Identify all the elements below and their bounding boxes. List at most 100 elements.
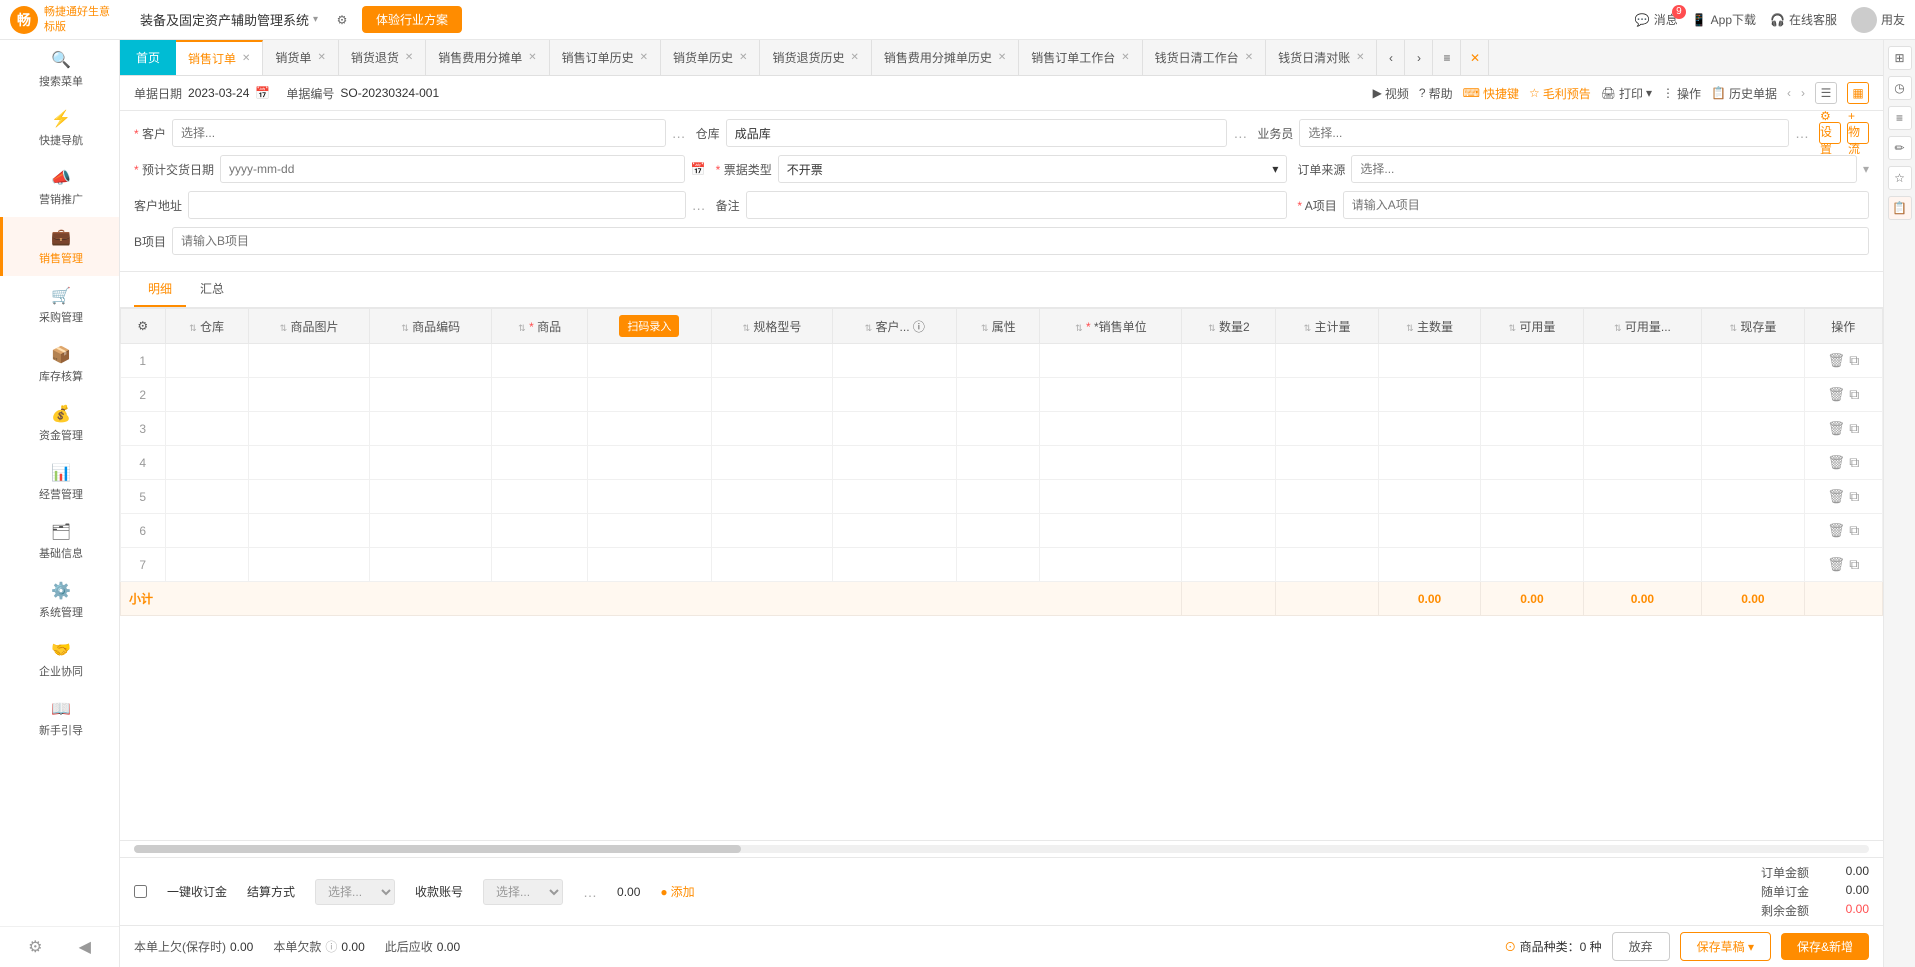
row-product-code[interactable] <box>370 344 492 378</box>
row-copy-icon[interactable]: ⧉ <box>1849 488 1859 505</box>
col-spec[interactable]: ⇅ 规格型号 <box>711 309 833 344</box>
draft-dropdown-icon[interactable]: ▾ <box>1748 940 1754 954</box>
row-copy-icon[interactable]: ⧉ <box>1849 522 1859 539</box>
tab-close-icon[interactable]: ✕ <box>317 52 325 63</box>
tab-close-icon[interactable]: ✕ <box>405 52 413 63</box>
sidebar-item-guide[interactable]: 📖 新手引导 <box>0 689 119 748</box>
tab-home[interactable]: 首页 <box>120 40 176 76</box>
col-attr[interactable]: ⇅ 属性 <box>957 309 1040 344</box>
tab-fee-split-history[interactable]: 销售费用分摊单历史 ✕ <box>872 40 1019 76</box>
scan-input-button[interactable]: 扫码录入 <box>619 315 679 337</box>
rp-icon-6[interactable]: 📋 <box>1888 196 1912 220</box>
shortcut-button[interactable]: ⌨ 快捷键 <box>1463 85 1519 102</box>
col-main-unit[interactable]: ⇅ 主计量 <box>1276 309 1378 344</box>
col-scan[interactable]: 扫码录入 <box>588 309 711 344</box>
row-unit[interactable] <box>1040 344 1182 378</box>
tab-cash-daily-reconcile[interactable]: 钱货日清对账 ✕ <box>1266 40 1377 76</box>
row-attr[interactable] <box>957 344 1040 378</box>
tab-sales-invoice[interactable]: 销货单 ✕ <box>263 40 338 76</box>
row-delete-icon[interactable]: 🗑 <box>1827 454 1845 471</box>
tab-sales-fee-split[interactable]: 销售费用分摊单 ✕ <box>426 40 549 76</box>
tab-close-icon[interactable]: ✕ <box>528 52 536 63</box>
col-available[interactable]: ⇅ 可用量 <box>1481 309 1583 344</box>
delivery-calendar-icon[interactable]: 📅 <box>691 162 706 176</box>
video-button[interactable]: ▶ 视频 <box>1373 85 1409 102</box>
col-customer-no[interactable]: ⇅ 客户... ⓘ <box>833 309 957 344</box>
warehouse-value[interactable]: 成品库 <box>726 119 1228 147</box>
col-product[interactable]: ⇅ 商品 <box>492 309 588 344</box>
rp-icon-4[interactable]: ✏ <box>1888 136 1912 160</box>
row-customer-no[interactable] <box>833 344 957 378</box>
sidebar-item-finance[interactable]: 💰 资金管理 <box>0 394 119 453</box>
col-stock[interactable]: ⇅ 现存量 <box>1702 309 1804 344</box>
history-button[interactable]: 📋 历史单据 <box>1711 85 1777 102</box>
row-delete-icon[interactable]: 🗑 <box>1827 352 1845 369</box>
customer-more-icon[interactable]: … <box>672 125 686 141</box>
account-more-icon[interactable]: … <box>583 884 597 900</box>
sidebar-item-purchase[interactable]: 🛒 采购管理 <box>0 276 119 335</box>
row-spec[interactable] <box>711 344 833 378</box>
app-download-button[interactable]: 📱 App下载 <box>1692 11 1756 28</box>
tab-detail[interactable]: 明细 <box>134 272 186 307</box>
col-available2[interactable]: ⇅ 可用量... <box>1583 309 1701 344</box>
tab-summary[interactable]: 汇总 <box>186 272 238 307</box>
tab-return-history[interactable]: 销货退货历史 ✕ <box>760 40 871 76</box>
rp-icon-5[interactable]: ☆ <box>1888 166 1912 190</box>
prev-page-icon[interactable]: ‹ <box>1787 86 1791 100</box>
row-product-img[interactable] <box>248 344 370 378</box>
tab-more-icon[interactable]: ≡ <box>1433 40 1461 76</box>
grid-view-icon[interactable]: ▦ <box>1847 82 1869 104</box>
row-main-qty[interactable] <box>1378 344 1480 378</box>
row-warehouse[interactable] <box>165 344 248 378</box>
payment-method-select[interactable]: 选择... <box>315 879 395 905</box>
tab-sales-order-history[interactable]: 销售订单历史 ✕ <box>550 40 661 76</box>
save-draft-button[interactable]: 保存草稿 ▾ <box>1680 932 1771 961</box>
col-product-code[interactable]: ⇅ 商品编码 <box>370 309 492 344</box>
message-button[interactable]: 💬 9 消息 <box>1635 11 1678 28</box>
user-menu[interactable]: 用友 <box>1851 7 1905 33</box>
settings-panel-icon[interactable]: ⚙ 设置 <box>1819 122 1841 144</box>
col-qty2[interactable]: ⇅ 数量2 <box>1182 309 1276 344</box>
tab-order-workbench[interactable]: 销售订单工作台 ✕ <box>1019 40 1142 76</box>
sidebar-item-basic-info[interactable]: 🗂 基础信息 <box>0 512 119 571</box>
row-main-unit[interactable] <box>1276 344 1378 378</box>
add-material-icon[interactable]: + 物流 <box>1847 122 1869 144</box>
customer-input[interactable] <box>172 119 666 147</box>
dropdown-arrow-icon[interactable]: ▾ <box>313 14 318 25</box>
tab-close-icon[interactable]: ✕ <box>640 52 648 63</box>
row-delete-icon[interactable]: 🗑 <box>1827 386 1845 403</box>
salesperson-more-icon[interactable]: … <box>1795 125 1809 141</box>
one-key-collect-checkbox[interactable] <box>134 885 147 898</box>
tab-sales-return[interactable]: 销货退货 ✕ <box>339 40 426 76</box>
sidebar-collapse-icon[interactable]: ◀ <box>79 937 91 957</box>
row-delete-icon[interactable]: 🗑 <box>1827 522 1845 539</box>
sidebar-item-marketing[interactable]: 📣 营销推广 <box>0 158 119 217</box>
sidebar-item-search[interactable]: 🔍 搜索菜单 <box>0 40 119 99</box>
tab-close-all-icon[interactable]: ✕ <box>1461 40 1489 76</box>
sidebar-item-inventory[interactable]: 📦 库存核算 <box>0 335 119 394</box>
col-product-img[interactable]: ⇅ 商品图片 <box>248 309 370 344</box>
help-button[interactable]: ? 帮助 <box>1419 85 1453 102</box>
warehouse-more-icon[interactable]: … <box>1233 125 1247 141</box>
operation-button[interactable]: ⋮ 操作 <box>1662 85 1701 102</box>
row-qty2[interactable] <box>1182 344 1276 378</box>
rp-icon-3[interactable]: ≡ <box>1888 106 1912 130</box>
row-stock[interactable] <box>1702 344 1804 378</box>
address-more-icon[interactable]: … <box>692 197 706 213</box>
list-view-icon[interactable]: ☰ <box>1815 82 1837 104</box>
row-copy-icon[interactable]: ⧉ <box>1849 420 1859 437</box>
row-product[interactable] <box>492 344 588 378</box>
row-delete-icon[interactable]: 🗑 <box>1827 556 1845 573</box>
tab-close-icon[interactable]: ✕ <box>1121 52 1129 63</box>
col-warehouse[interactable]: ⇅ 仓库 <box>165 309 248 344</box>
profit-button[interactable]: ☆ 毛利预告 <box>1529 85 1591 102</box>
row-copy-icon[interactable]: ⧉ <box>1849 556 1859 573</box>
sidebar-item-sales[interactable]: 💼 销售管理 <box>0 217 119 276</box>
tab-sales-order[interactable]: 销售订单 ✕ <box>176 40 263 76</box>
row-copy-icon[interactable]: ⧉ <box>1849 454 1859 471</box>
delivery-date-input[interactable] <box>220 155 685 183</box>
tab-close-icon[interactable]: ✕ <box>998 52 1006 63</box>
sidebar-item-system[interactable]: ⚙️ 系统管理 <box>0 571 119 630</box>
ticket-type-select[interactable]: 不开票 ▾ <box>778 155 1288 183</box>
tab-invoice-history[interactable]: 销货单历史 ✕ <box>661 40 760 76</box>
